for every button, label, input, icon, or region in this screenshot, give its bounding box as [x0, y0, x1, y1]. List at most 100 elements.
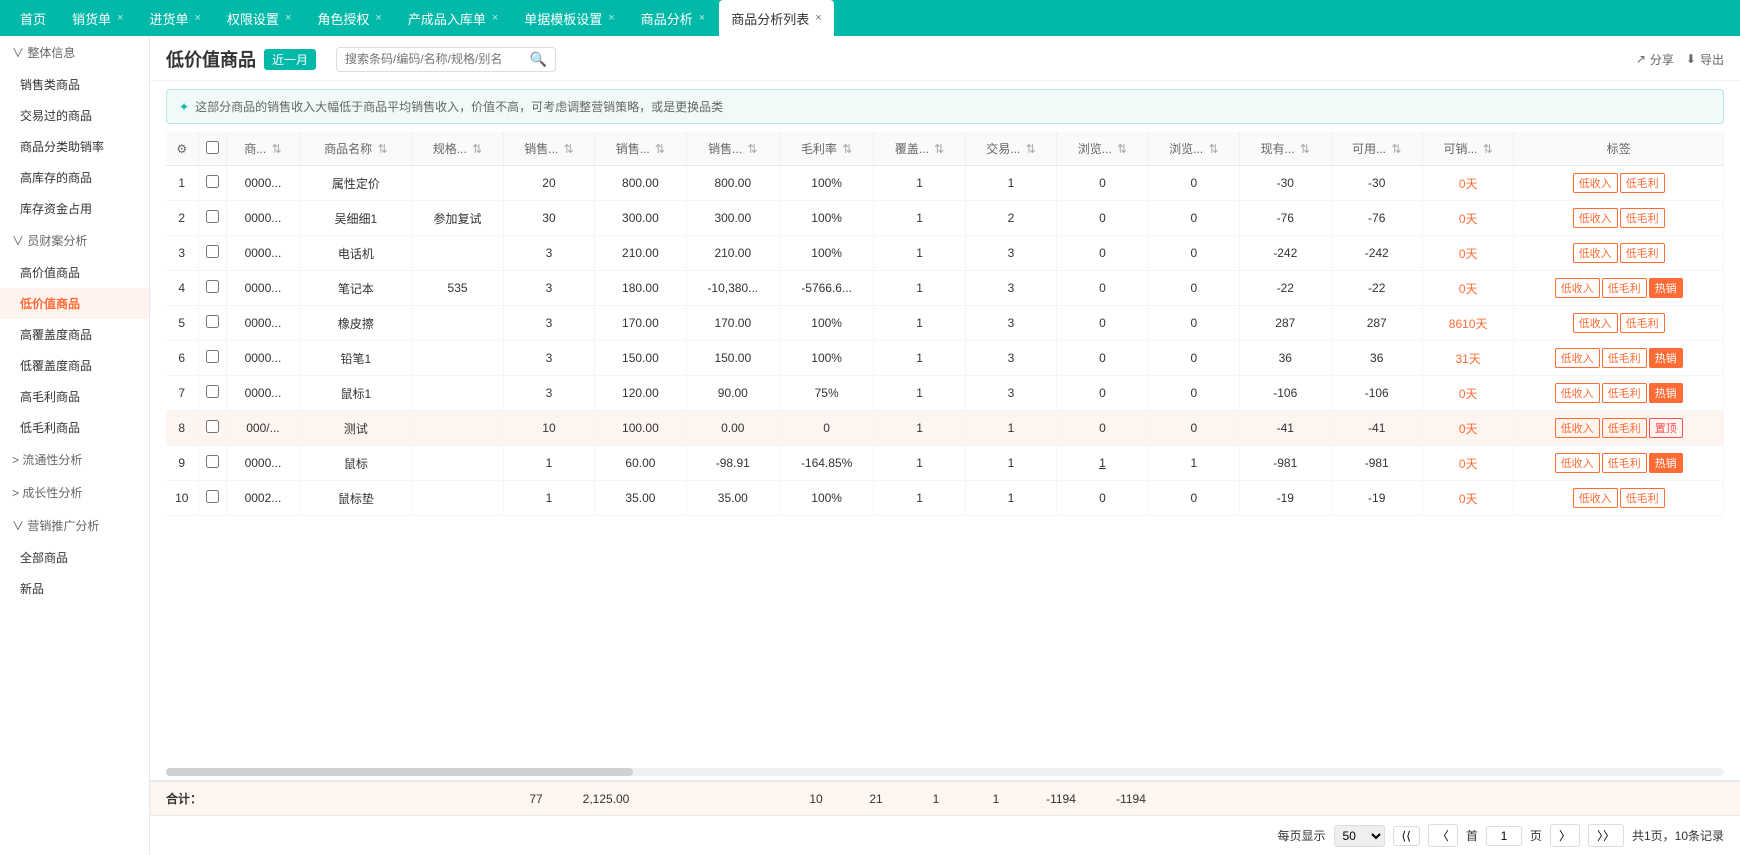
row-checkbox-2[interactable]	[198, 236, 226, 271]
th-coverage[interactable]: 覆盖... ⇅	[874, 132, 965, 166]
row-checkbox[interactable]	[206, 385, 219, 398]
page-input[interactable]	[1486, 826, 1522, 846]
date-badge[interactable]: 近一月	[264, 49, 316, 70]
row-checkbox-3[interactable]	[198, 271, 226, 306]
th-sales2[interactable]: 销售... ⇅	[595, 132, 686, 166]
row-checkbox-7[interactable]	[198, 411, 226, 446]
nav-purchase[interactable]: 进货单 ×	[137, 0, 212, 36]
select-all-checkbox[interactable]	[206, 141, 219, 154]
th-trade[interactable]: 交易... ⇅	[965, 132, 1056, 166]
sidebar-item-stock-capital[interactable]: 库存资金占用	[0, 193, 149, 224]
row-checkbox[interactable]	[206, 210, 219, 223]
sidebar-item-high-value[interactable]: 高价值商品	[0, 257, 149, 288]
th-sellable-stock[interactable]: 可销... ⇅	[1422, 132, 1513, 166]
row-checkbox[interactable]	[206, 455, 219, 468]
row-checkbox-1[interactable]	[198, 201, 226, 236]
row-checkbox[interactable]	[206, 280, 219, 293]
th-spec[interactable]: 规格... ⇅	[412, 132, 503, 166]
next-page-button[interactable]: 〉	[1550, 824, 1580, 847]
horizontal-scrollbar[interactable]	[166, 768, 1724, 776]
row-checkbox-4[interactable]	[198, 306, 226, 341]
row-b1-5[interactable]: 0	[1057, 341, 1148, 376]
row-b1-9[interactable]: 0	[1057, 481, 1148, 516]
th-code[interactable]: 商... ⇅	[226, 132, 300, 166]
sidebar-group-marketing[interactable]: ∨ 营销推广分析	[0, 509, 149, 542]
row-checkbox-8[interactable]	[198, 446, 226, 481]
sidebar-item-high-coverage[interactable]: 高覆盖度商品	[0, 319, 149, 350]
row-num-5: 6	[166, 341, 198, 376]
sidebar-item-traded-products[interactable]: 交易过的商品	[0, 100, 149, 131]
row-checkbox-6[interactable]	[198, 376, 226, 411]
th-settings[interactable]: ⚙	[166, 132, 198, 166]
th-current-stock[interactable]: 现有... ⇅	[1240, 132, 1331, 166]
row-s4-4: 100%	[779, 306, 873, 341]
row-b1-4[interactable]: 0	[1057, 306, 1148, 341]
share-button[interactable]: ↗ 分享	[1636, 51, 1674, 68]
row-checkbox[interactable]	[206, 175, 219, 188]
row-name-5: 铅笔1	[300, 341, 412, 376]
export-button[interactable]: ⬇ 导出	[1686, 51, 1724, 68]
nav-sales[interactable]: 销货单 ×	[60, 0, 135, 36]
sidebar-item-sales-products[interactable]: 销售类商品	[0, 69, 149, 100]
nav-production[interactable]: 产成品入库单 ×	[396, 0, 510, 36]
row-b1-8[interactable]: 1	[1057, 446, 1148, 481]
nav-production-close[interactable]: ×	[492, 12, 498, 24]
nav-role[interactable]: 角色授权 ×	[305, 0, 393, 36]
sidebar-item-low-profit[interactable]: 低毛利商品	[0, 412, 149, 443]
last-page-button[interactable]: 〉〉	[1588, 824, 1624, 847]
sidebar-group-growth[interactable]: > 成长性分析	[0, 476, 149, 509]
prev-page-button[interactable]: 〈	[1428, 824, 1458, 847]
sidebar-item-low-value[interactable]: 低价值商品	[0, 288, 149, 319]
sidebar-item-high-profit[interactable]: 高毛利商品	[0, 381, 149, 412]
row-b1-3[interactable]: 0	[1057, 271, 1148, 306]
sidebar-item-new-products[interactable]: 新品	[0, 573, 149, 604]
sidebar-group-financial[interactable]: ∨ 员财案分析	[0, 224, 149, 257]
nav-product-analysis-list[interactable]: 商品分析列表 ×	[719, 0, 833, 36]
row-b1-6[interactable]: 0	[1057, 376, 1148, 411]
sidebar-item-category-rate[interactable]: 商品分类助销率	[0, 131, 149, 162]
nav-home[interactable]: 首页	[8, 0, 58, 36]
th-name[interactable]: 商品名称 ⇅	[300, 132, 412, 166]
nav-role-close[interactable]: ×	[375, 12, 381, 24]
scrollbar-thumb[interactable]	[166, 768, 633, 776]
search-box[interactable]: 🔍	[336, 47, 556, 72]
row-checkbox[interactable]	[206, 245, 219, 258]
th-sales1[interactable]: 销售... ⇅	[503, 132, 594, 166]
table-container[interactable]: ⚙ 商... ⇅ 商品名称 ⇅ 规格... ⇅ 销售... ⇅ 销售... ⇅ …	[150, 132, 1740, 768]
th-browse1[interactable]: 浏览... ⇅	[1057, 132, 1148, 166]
th-margin[interactable]: 毛利率 ⇅	[779, 132, 873, 166]
search-input[interactable]	[345, 52, 530, 66]
nav-purchase-close[interactable]: ×	[194, 12, 200, 24]
page-size-select[interactable]: 50 100 200	[1334, 825, 1385, 847]
sidebar-group-overall[interactable]: ∨ 整体信息	[0, 36, 149, 69]
th-sales3[interactable]: 销售... ⇅	[686, 132, 779, 166]
th-checkbox[interactable]	[198, 132, 226, 166]
row-b1-7[interactable]: 0	[1057, 411, 1148, 446]
row-checkbox-5[interactable]	[198, 341, 226, 376]
row-checkbox[interactable]	[206, 350, 219, 363]
row-checkbox-0[interactable]	[198, 166, 226, 201]
row-checkbox[interactable]	[206, 315, 219, 328]
th-browse2[interactable]: 浏览... ⇅	[1148, 132, 1239, 166]
th-available-stock[interactable]: 可用... ⇅	[1331, 132, 1422, 166]
row-b1-0[interactable]: 0	[1057, 166, 1148, 201]
nav-product-analysis[interactable]: 商品分析 ×	[629, 0, 717, 36]
nav-product-analysis-list-close[interactable]: ×	[815, 12, 821, 24]
nav-permission-close[interactable]: ×	[285, 12, 291, 24]
nav-permission[interactable]: 权限设置 ×	[215, 0, 303, 36]
nav-template-close[interactable]: ×	[608, 12, 614, 24]
sidebar-item-low-coverage[interactable]: 低覆盖度商品	[0, 350, 149, 381]
search-icon[interactable]: 🔍	[530, 51, 547, 68]
row-checkbox[interactable]	[206, 420, 219, 433]
row-checkbox[interactable]	[206, 490, 219, 503]
sidebar-group-flow[interactable]: > 流通性分析	[0, 443, 149, 476]
sidebar-item-all-products[interactable]: 全部商品	[0, 542, 149, 573]
sidebar-item-high-stock[interactable]: 高库存的商品	[0, 162, 149, 193]
row-b1-2[interactable]: 0	[1057, 236, 1148, 271]
nav-sales-close[interactable]: ×	[117, 12, 123, 24]
nav-product-analysis-close[interactable]: ×	[699, 12, 705, 24]
row-checkbox-9[interactable]	[198, 481, 226, 516]
row-b1-1[interactable]: 0	[1057, 201, 1148, 236]
first-page-button[interactable]: ⟨⟨	[1393, 826, 1420, 846]
nav-template[interactable]: 单据模板设置 ×	[512, 0, 626, 36]
